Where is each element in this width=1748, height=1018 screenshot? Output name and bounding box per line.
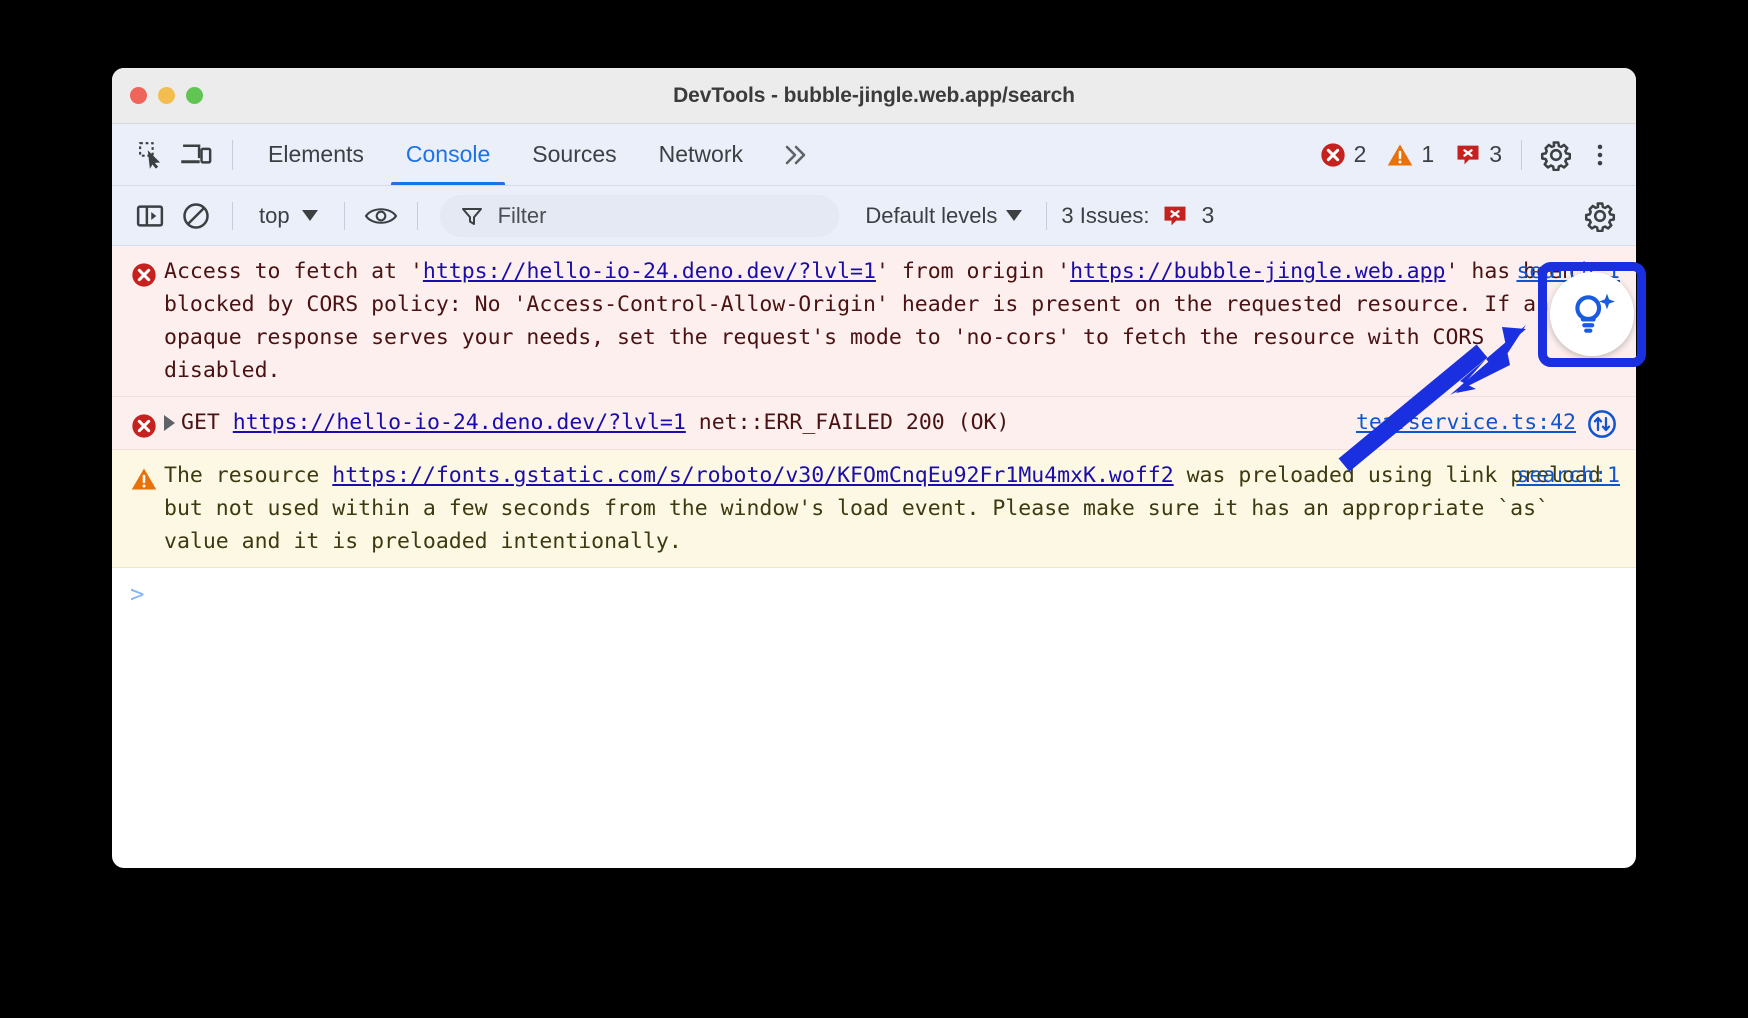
devtools-window: DevTools - bubble-jingle.web.app/search <box>112 68 1636 868</box>
error-circle-icon-2 <box>130 406 164 440</box>
tab-network[interactable]: Network <box>638 124 764 185</box>
msg1-seg0: Access to fetch at ' <box>164 259 423 284</box>
inspect-element-icon[interactable] <box>130 133 174 177</box>
error-counter[interactable]: 2 <box>1312 141 1374 169</box>
issues-count: 3 <box>1489 141 1502 168</box>
toolbar-divider-3 <box>417 202 418 230</box>
issue-badge-icon-2 <box>1161 202 1189 230</box>
console-toolbar: top Filter Default levels <box>112 186 1636 246</box>
msg2-seg2: net::ERR_FAILED 200 (OK) <box>686 410 1010 435</box>
msg3-seg0: The resource <box>164 463 332 488</box>
msg1-link-deno[interactable]: https://hello-io-24.deno.dev/?lvl=1 <box>423 259 876 284</box>
console-message-body-2: GET https://hello-io-24.deno.dev/?lvl=1 … <box>164 406 1620 440</box>
message-text-1: Access to fetch at 'https://hello-io-24.… <box>164 259 1588 383</box>
toolbar-divider-4 <box>1046 202 1047 230</box>
tab-console-label: Console <box>406 141 490 168</box>
error-circle-icon <box>1319 141 1347 169</box>
kebab-menu-icon[interactable] <box>1578 133 1622 177</box>
message-text-3: The resource https://fonts.gstatic.com/s… <box>164 463 1614 554</box>
panel-tabs: Elements Console Sources Network <box>247 124 826 185</box>
console-sidebar-icon[interactable] <box>128 194 172 238</box>
devtools-tabbar: Elements Console Sources Network <box>112 124 1636 186</box>
warning-count: 1 <box>1421 141 1434 168</box>
chevron-down-icon-levels <box>1006 210 1022 221</box>
tabbar-divider <box>232 140 233 170</box>
log-levels-dropdown[interactable]: Default levels <box>855 203 1032 229</box>
console-message-list: Access to fetch at 'https://hello-io-24.… <box>112 246 1636 620</box>
msg3-link-font[interactable]: https://fonts.gstatic.com/s/roboto/v30/K… <box>332 463 1173 488</box>
console-message-error-cors[interactable]: Access to fetch at 'https://hello-io-24.… <box>112 246 1636 397</box>
tab-elements-label: Elements <box>268 141 364 168</box>
tab-network-label: Network <box>659 141 743 168</box>
issues-counter[interactable]: 3 <box>1447 141 1509 169</box>
warning-triangle-icon <box>1386 141 1414 169</box>
search-input[interactable]: Filter <box>440 195 840 237</box>
lightbulb-sparkle-icon <box>1567 289 1617 339</box>
tab-elements[interactable]: Elements <box>247 124 385 185</box>
gear-icon[interactable] <box>1534 133 1578 177</box>
message-text-2: GET https://hello-io-24.deno.dev/?lvl=1 … <box>164 410 1009 435</box>
issues-summary-count: 3 <box>1201 202 1214 229</box>
prompt-chevron-icon: > <box>130 580 144 608</box>
warning-counter[interactable]: 1 <box>1379 141 1441 169</box>
execution-context-label: top <box>259 203 290 229</box>
tab-console[interactable]: Console <box>385 124 511 185</box>
clear-console-icon[interactable] <box>174 194 218 238</box>
msg2-link-deno[interactable]: https://hello-io-24.deno.dev/?lvl=1 <box>233 410 686 435</box>
close-window-button[interactable] <box>130 87 147 104</box>
window-title: DevTools - bubble-jingle.web.app/search <box>112 84 1636 108</box>
msg1-link-origin[interactable]: https://bubble-jingle.web.app <box>1070 259 1445 284</box>
console-message-warning-preload[interactable]: The resource https://fonts.gstatic.com/s… <box>112 450 1636 568</box>
more-tabs-chevron-icon[interactable] <box>764 142 826 168</box>
msg2-seg0: GET <box>181 410 233 435</box>
error-count: 2 <box>1354 141 1367 168</box>
console-message-body-1: Access to fetch at 'https://hello-io-24.… <box>164 255 1620 387</box>
filter-placeholder: Filter <box>498 203 547 229</box>
issue-badge-icon <box>1454 141 1482 169</box>
chevron-down-icon <box>302 210 318 221</box>
window-controls <box>112 87 203 104</box>
tabbar-divider-2 <box>1521 140 1522 170</box>
source-link-search-3[interactable]: search:1 <box>1516 459 1620 492</box>
console-message-error-get[interactable]: GET https://hello-io-24.deno.dev/?lvl=1 … <box>112 397 1636 450</box>
screenshot-stage: DevTools - bubble-jingle.web.app/search <box>0 0 1748 1018</box>
error-circle-icon-1 <box>130 255 164 387</box>
msg1-seg2: ' from origin ' <box>876 259 1070 284</box>
tab-sources-label: Sources <box>532 141 616 168</box>
log-levels-label: Default levels <box>865 203 997 229</box>
source-link-tea-service[interactable]: tea.service.ts:42 <box>1356 406 1576 439</box>
toolbar-divider-1 <box>232 202 233 230</box>
network-request-icon[interactable] <box>1586 408 1618 440</box>
warning-triangle-icon-3 <box>130 459 164 558</box>
window-titlebar: DevTools - bubble-jingle.web.app/search <box>112 68 1636 124</box>
minimize-window-button[interactable] <box>158 87 175 104</box>
console-prompt[interactable]: > <box>112 568 1636 620</box>
issues-summary[interactable]: 3 Issues: 3 <box>1061 202 1214 230</box>
expand-triangle-icon[interactable] <box>164 415 175 431</box>
live-expression-icon[interactable] <box>359 194 403 238</box>
maximize-window-button[interactable] <box>186 87 203 104</box>
console-message-body-3: The resource https://fonts.gstatic.com/s… <box>164 459 1620 558</box>
execution-context-selector[interactable]: top <box>247 196 330 236</box>
toolbar-divider-2 <box>344 202 345 230</box>
issues-summary-label: 3 Issues: <box>1061 203 1149 229</box>
device-toolbar-icon[interactable] <box>174 133 218 177</box>
filter-icon <box>460 204 484 228</box>
console-settings-gear-icon[interactable] <box>1578 194 1622 238</box>
tab-sources[interactable]: Sources <box>511 124 637 185</box>
ask-ai-assistant-button[interactable] <box>1550 272 1634 356</box>
issue-counters: 2 1 3 <box>1312 141 1509 169</box>
